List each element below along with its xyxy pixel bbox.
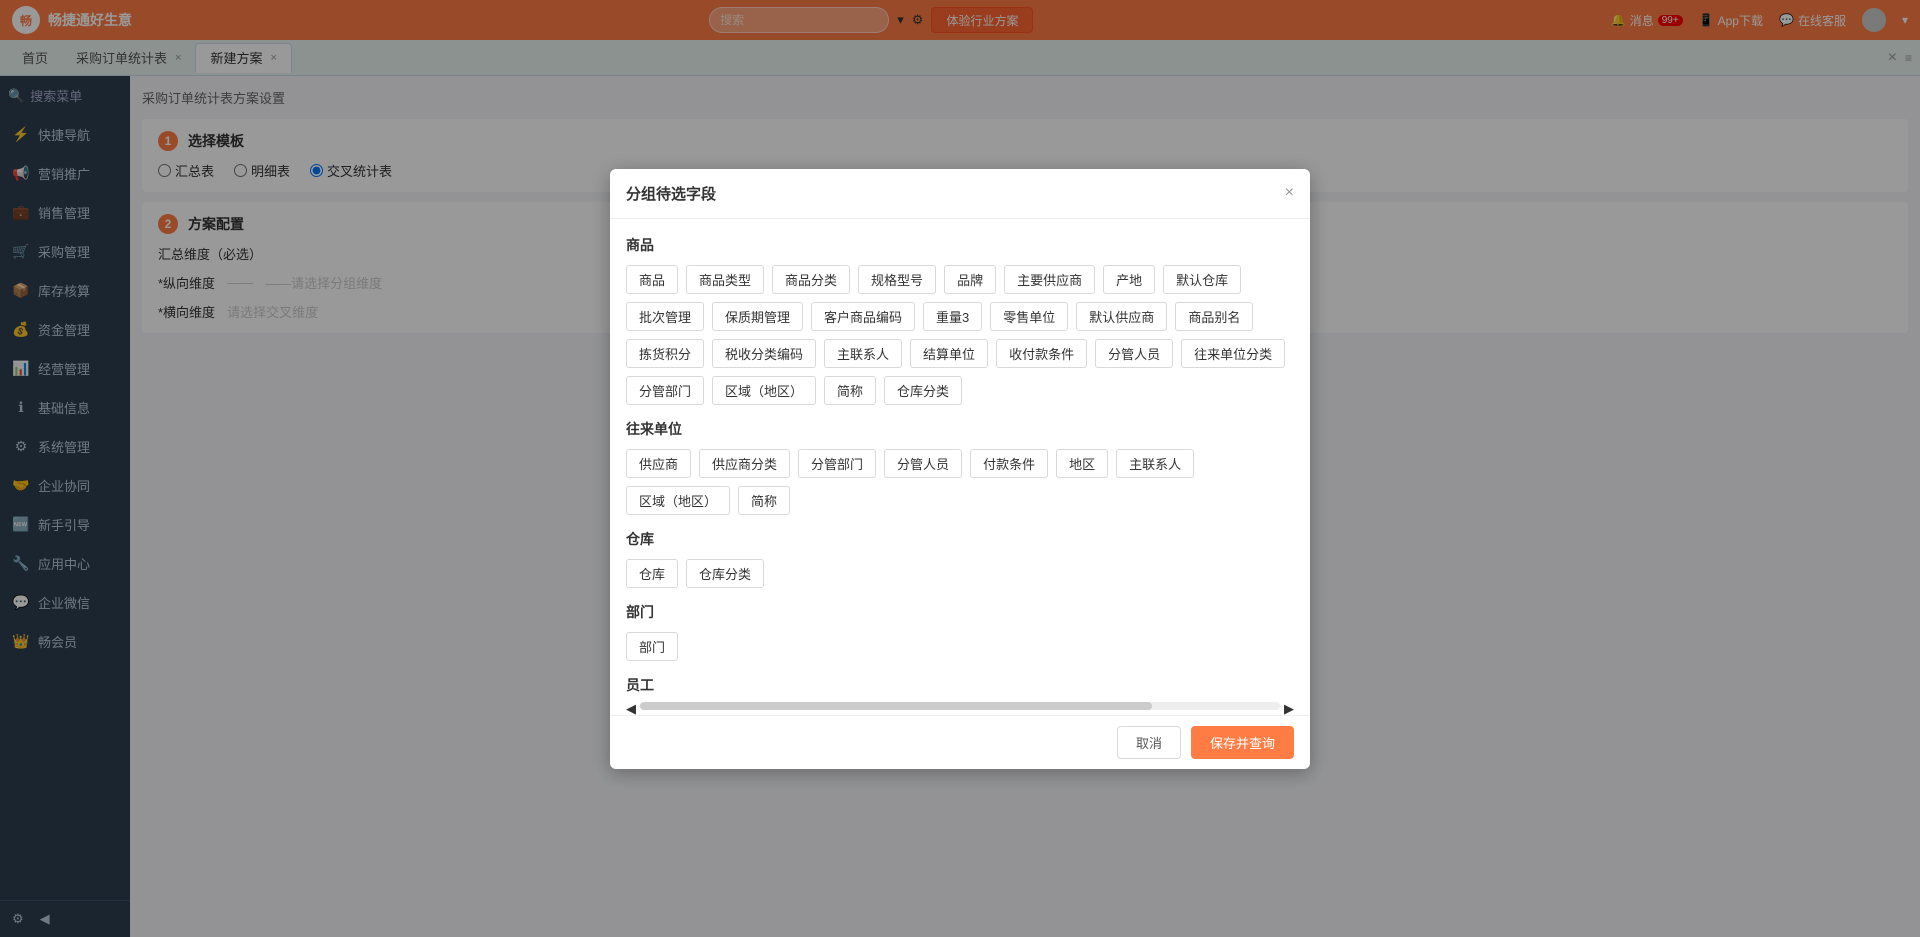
field-short-name[interactable]: 简称 — [824, 376, 876, 405]
dialog-close-btn[interactable]: × — [1285, 184, 1294, 202]
hscroll-thumb — [640, 702, 1152, 710]
field-spec-model[interactable]: 规格型号 — [858, 265, 936, 294]
field-default-supplier[interactable]: 默认供应商 — [1076, 302, 1167, 331]
warehouse-fields: 仓库 仓库分类 — [626, 559, 1294, 588]
section-title-product: 商品 — [626, 235, 1294, 255]
field-product-alias[interactable]: 商品别名 — [1175, 302, 1253, 331]
dialog-body[interactable]: 商品 商品 商品类型 商品分类 规格型号 品牌 主要供应商 产地 默认仓库 批次… — [610, 219, 1310, 701]
field-product[interactable]: 商品 — [626, 265, 678, 294]
field-main-contact2[interactable]: 主联系人 — [1116, 449, 1194, 478]
field-warehouse[interactable]: 仓库 — [626, 559, 678, 588]
field-product-category[interactable]: 商品分类 — [772, 265, 850, 294]
dialog-hscroll[interactable]: ◀ ▶ — [610, 701, 1310, 715]
counterpart-fields: 供应商 供应商分类 分管部门 分管人员 付款条件 地区 主联系人 区域（地区） … — [626, 449, 1294, 515]
section-title-employee: 员工 — [626, 675, 1294, 695]
field-region[interactable]: 区域（地区） — [712, 376, 816, 405]
product-fields: 商品 商品类型 商品分类 规格型号 品牌 主要供应商 产地 默认仓库 批次管理 … — [626, 265, 1294, 405]
field-batch-mgmt[interactable]: 批次管理 — [626, 302, 704, 331]
dialog: 分组待选字段 × 商品 商品 商品类型 商品分类 规格型号 品牌 主要供应商 产… — [610, 169, 1310, 769]
field-region2[interactable]: 区域（地区） — [626, 486, 730, 515]
field-tax-code[interactable]: 税收分类编码 — [712, 339, 816, 368]
field-counterpart-category[interactable]: 往来单位分类 — [1181, 339, 1285, 368]
field-payment-cond[interactable]: 付款条件 — [970, 449, 1048, 478]
dialog-header: 分组待选字段 × — [610, 169, 1310, 219]
field-dept[interactable]: 部门 — [626, 632, 678, 661]
confirm-button[interactable]: 保存并查询 — [1191, 726, 1294, 759]
field-origin[interactable]: 产地 — [1103, 265, 1155, 294]
field-payment-terms[interactable]: 收付款条件 — [996, 339, 1087, 368]
field-area[interactable]: 地区 — [1056, 449, 1108, 478]
field-default-warehouse[interactable]: 默认仓库 — [1163, 265, 1241, 294]
field-dept2[interactable]: 分管部门 — [798, 449, 876, 478]
section-title-warehouse: 仓库 — [626, 529, 1294, 549]
cancel-button[interactable]: 取消 — [1117, 726, 1181, 759]
field-supervisor2[interactable]: 分管人员 — [884, 449, 962, 478]
field-quality-period[interactable]: 保质期管理 — [712, 302, 803, 331]
field-settlement-unit[interactable]: 结算单位 — [910, 339, 988, 368]
field-customer-code[interactable]: 客户商品编码 — [811, 302, 915, 331]
hscroll-left-arrow[interactable]: ◀ — [626, 701, 636, 711]
field-brand[interactable]: 品牌 — [944, 265, 996, 294]
field-retail-unit[interactable]: 零售单位 — [990, 302, 1068, 331]
field-dept-mgmt[interactable]: 分管部门 — [626, 376, 704, 405]
dialog-footer: 取消 保存并查询 — [610, 715, 1310, 769]
hscroll-right-arrow[interactable]: ▶ — [1284, 701, 1294, 711]
field-warehouse-category[interactable]: 仓库分类 — [884, 376, 962, 405]
field-supplier-category[interactable]: 供应商分类 — [699, 449, 790, 478]
field-pick-points[interactable]: 拣货积分 — [626, 339, 704, 368]
field-short-name2[interactable]: 简称 — [738, 486, 790, 515]
field-warehouse-cat[interactable]: 仓库分类 — [686, 559, 764, 588]
dialog-title: 分组待选字段 — [626, 183, 716, 204]
field-supplier[interactable]: 供应商 — [626, 449, 691, 478]
dept-fields: 部门 — [626, 632, 1294, 661]
hscroll-track — [640, 702, 1280, 710]
section-title-counterpart: 往来单位 — [626, 419, 1294, 439]
field-weight[interactable]: 重量3 — [923, 302, 982, 331]
field-main-supplier[interactable]: 主要供应商 — [1004, 265, 1095, 294]
field-main-contact[interactable]: 主联系人 — [824, 339, 902, 368]
section-title-dept: 部门 — [626, 602, 1294, 622]
field-product-type[interactable]: 商品类型 — [686, 265, 764, 294]
overlay: 分组待选字段 × 商品 商品 商品类型 商品分类 规格型号 品牌 主要供应商 产… — [0, 0, 1920, 937]
field-supervisor[interactable]: 分管人员 — [1095, 339, 1173, 368]
